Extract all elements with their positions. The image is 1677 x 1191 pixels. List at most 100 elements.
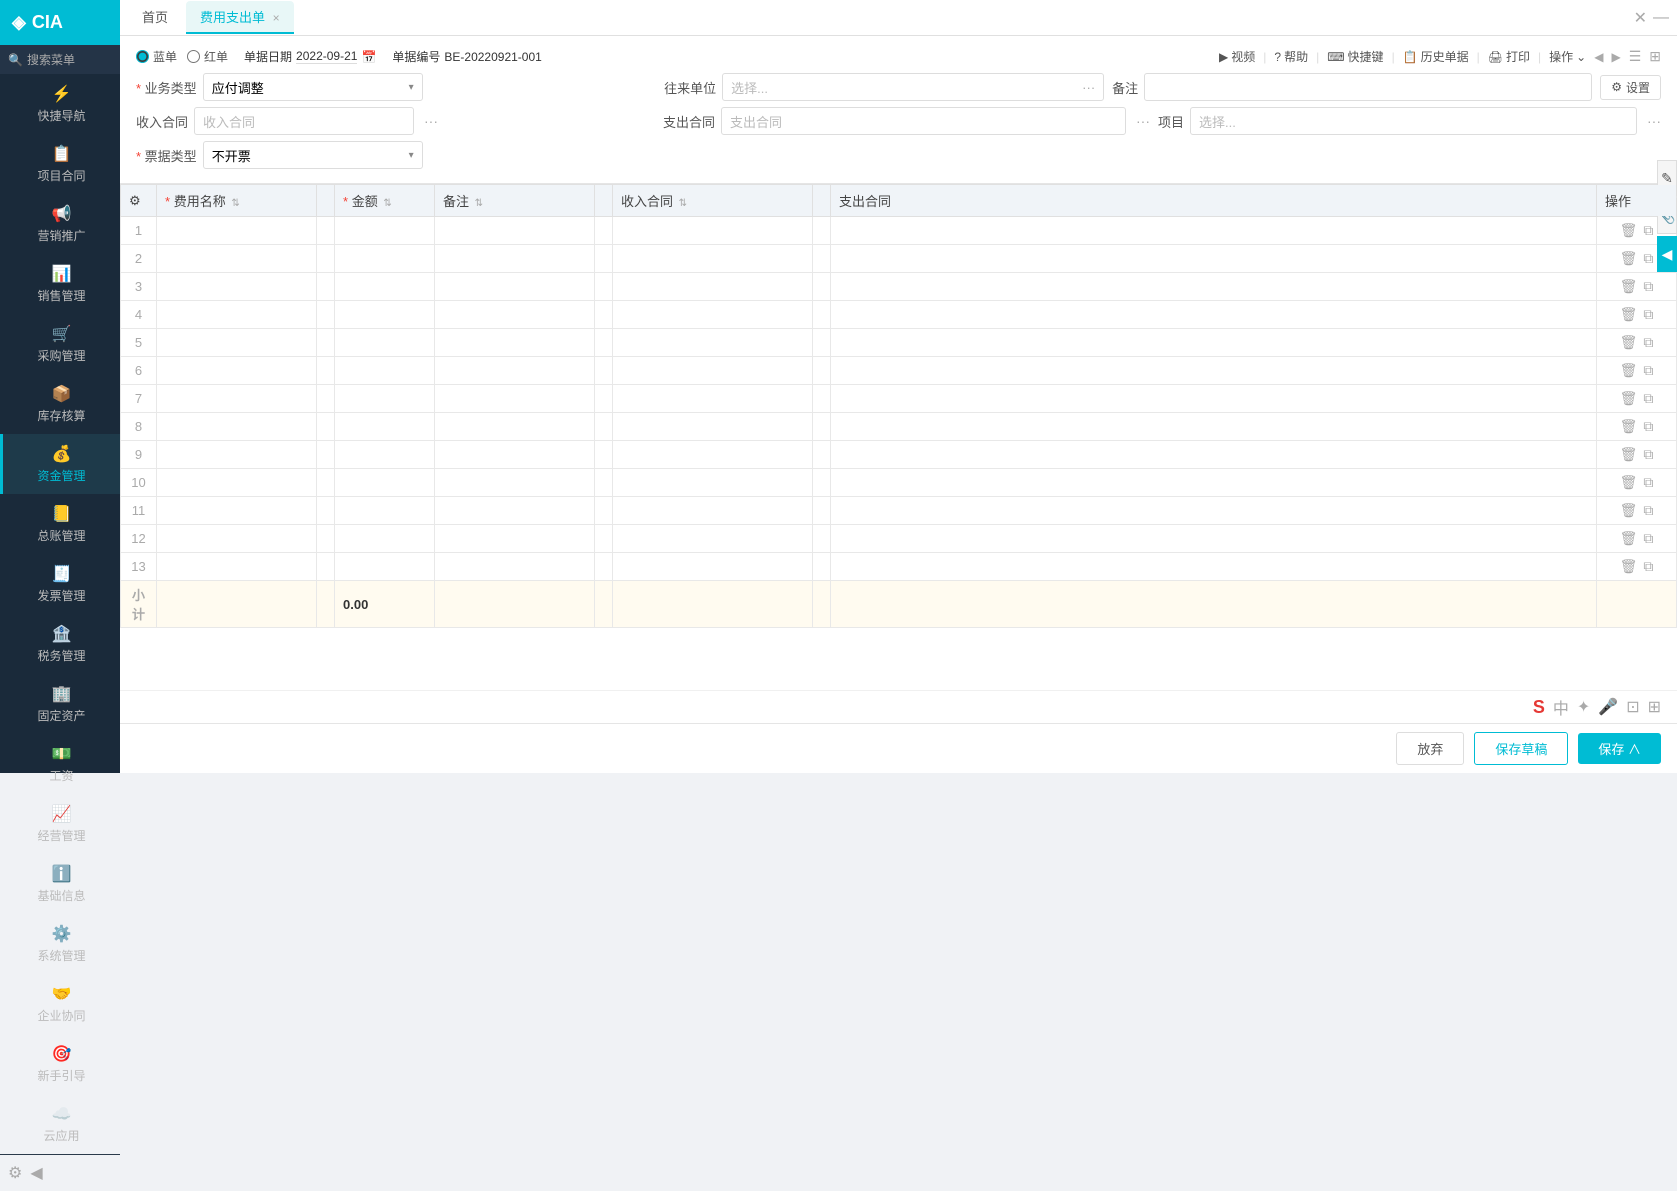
grid-view-icon[interactable]: ⊞ [1649,48,1661,65]
copy-row-icon[interactable]: ⧉ [1643,418,1653,435]
income-contract-cell[interactable] [613,329,813,357]
amount-cell[interactable] [335,441,435,469]
income-contract-cell[interactable] [613,497,813,525]
copy-row-icon[interactable]: ⧉ [1643,474,1653,491]
copy-row-icon[interactable]: ⧉ [1643,530,1653,547]
expense-contract-cell[interactable] [831,217,1597,245]
expense-name-cell[interactable] [157,301,317,329]
expense-name-cell[interactable] [157,413,317,441]
delete-row-icon[interactable]: 🗑 [1620,530,1638,547]
expense-name-cell[interactable] [157,385,317,413]
sidebar-item-accounting[interactable]: 📒 总账管理 [0,494,120,554]
tab-home[interactable]: 首页 [128,1,182,34]
sidebar-item-sales[interactable]: 📊 销售管理 [0,254,120,314]
amount-cell[interactable] [335,469,435,497]
income-contract-cell[interactable] [613,273,813,301]
amount-cell[interactable] [335,357,435,385]
copy-row-icon[interactable]: ⧉ [1643,250,1653,267]
sidebar-item-salary[interactable]: 💵 工资 [0,734,120,794]
income-contract-cell[interactable] [613,413,813,441]
calendar-icon[interactable]: 📅 [361,50,376,64]
income-contract-cell[interactable] [613,385,813,413]
window-close-icon[interactable]: ✕ [1634,8,1647,28]
sidebar-item-basic-info[interactable]: ℹ️ 基础信息 [0,854,120,914]
expense-contract-cell[interactable] [831,525,1597,553]
expense-contract-cell[interactable] [831,329,1597,357]
delete-row-icon[interactable]: 🗑 [1620,306,1638,323]
sidebar-item-invoice[interactable]: 🧾 发票管理 [0,554,120,614]
sidebar-item-guide[interactable]: 🎯 新手引导 [0,1034,120,1094]
settings-bottom-icon[interactable]: ⚙ [8,1163,22,1183]
expense-name-cell[interactable] [157,553,317,581]
blue-bill-radio[interactable]: 蓝单 [136,48,177,65]
sidebar-item-assets[interactable]: 🏢 固定资产 [0,674,120,734]
note-cell[interactable] [435,469,595,497]
tab-expense-close[interactable]: × [273,11,280,25]
project-select[interactable]: 选择... [1190,107,1637,135]
note-cell[interactable] [435,441,595,469]
amount-cell[interactable] [335,301,435,329]
brand-dot-icon[interactable]: ✦ [1577,697,1590,717]
delete-row-icon[interactable]: 🗑 [1620,334,1638,351]
amount-cell[interactable] [335,497,435,525]
shortcut-btn[interactable]: ⌨ 快捷键 [1327,48,1383,65]
brand-zhong-icon[interactable]: 中 [1553,695,1569,719]
video-btn[interactable]: ▶ 视频 [1219,48,1255,65]
income-contract-cell[interactable] [613,553,813,581]
sort-income-icon[interactable]: ⇅ [679,198,687,209]
expense-contract-cell[interactable] [831,245,1597,273]
note-cell[interactable] [435,329,595,357]
sidebar-item-system[interactable]: ⚙️ 系统管理 [0,914,120,974]
red-bill-radio[interactable]: 红单 [187,48,228,65]
copy-row-icon[interactable]: ⧉ [1643,278,1653,295]
tab-expense[interactable]: 费用支出单 × [186,1,294,34]
brand-grid-icon[interactable]: ⊞ [1648,697,1661,717]
note-cell[interactable] [435,301,595,329]
sidebar-item-cloud[interactable]: ☁️ 云应用 [0,1094,120,1154]
note-cell[interactable] [435,385,595,413]
note-cell[interactable] [435,413,595,441]
expense-name-cell[interactable] [157,525,317,553]
sort-note-icon[interactable]: ⇅ [475,198,483,209]
note-cell[interactable] [435,497,595,525]
amount-cell[interactable] [335,273,435,301]
expense-contract-cell[interactable] [831,301,1597,329]
nav-right-icon[interactable]: ▶ [1611,50,1620,64]
sort-expense-name-icon[interactable]: ⇅ [231,198,239,209]
note-cell[interactable] [435,273,595,301]
amount-cell[interactable] [335,329,435,357]
note-cell[interactable] [435,525,595,553]
date-value[interactable]: 2022-09-21 [296,49,357,64]
amount-cell[interactable] [335,217,435,245]
income-contract-cell[interactable] [613,469,813,497]
sidebar-search[interactable]: 🔍 搜索菜单 [0,45,120,74]
save-draft-button[interactable]: 保存草稿 [1474,732,1568,765]
discard-button[interactable]: 放弃 [1396,732,1464,765]
amount-cell[interactable] [335,385,435,413]
income-contract-cell[interactable] [613,357,813,385]
expense-contract-cell[interactable] [831,413,1597,441]
copy-row-icon[interactable]: ⧉ [1643,390,1653,407]
income-contract-dots[interactable]: ··· [424,113,438,129]
project-dots[interactable]: ··· [1647,113,1661,129]
delete-row-icon[interactable]: 🗑 [1620,502,1638,519]
collapse-icon[interactable]: ◀ [30,1163,42,1183]
settings-button[interactable]: ⚙ 设置 [1600,75,1661,100]
counterpart-select[interactable]: 选择... ··· [722,73,1104,101]
sidebar-item-marketing[interactable]: 📢 营销推广 [0,194,120,254]
business-type-select[interactable]: 应付调整 ▾ [203,73,423,101]
delete-row-icon[interactable]: 🗑 [1620,446,1638,463]
amount-cell[interactable] [335,245,435,273]
sidebar-item-quick-nav[interactable]: ⚡ 快捷导航 [0,74,120,134]
income-contract-cell[interactable] [613,441,813,469]
save-button[interactable]: 保存 ∧ [1578,733,1661,764]
income-contract-cell[interactable] [613,217,813,245]
expense-contract-cell[interactable] [831,469,1597,497]
sidebar-item-enterprise[interactable]: 🤝 企业协同 [0,974,120,1034]
expense-contract-cell[interactable] [831,273,1597,301]
expense-contract-cell[interactable] [831,441,1597,469]
notes-input[interactable] [1144,73,1592,101]
copy-row-icon[interactable]: ⧉ [1643,446,1653,463]
expense-name-cell[interactable] [157,497,317,525]
brand-screen-icon[interactable]: ⊡ [1626,697,1639,717]
